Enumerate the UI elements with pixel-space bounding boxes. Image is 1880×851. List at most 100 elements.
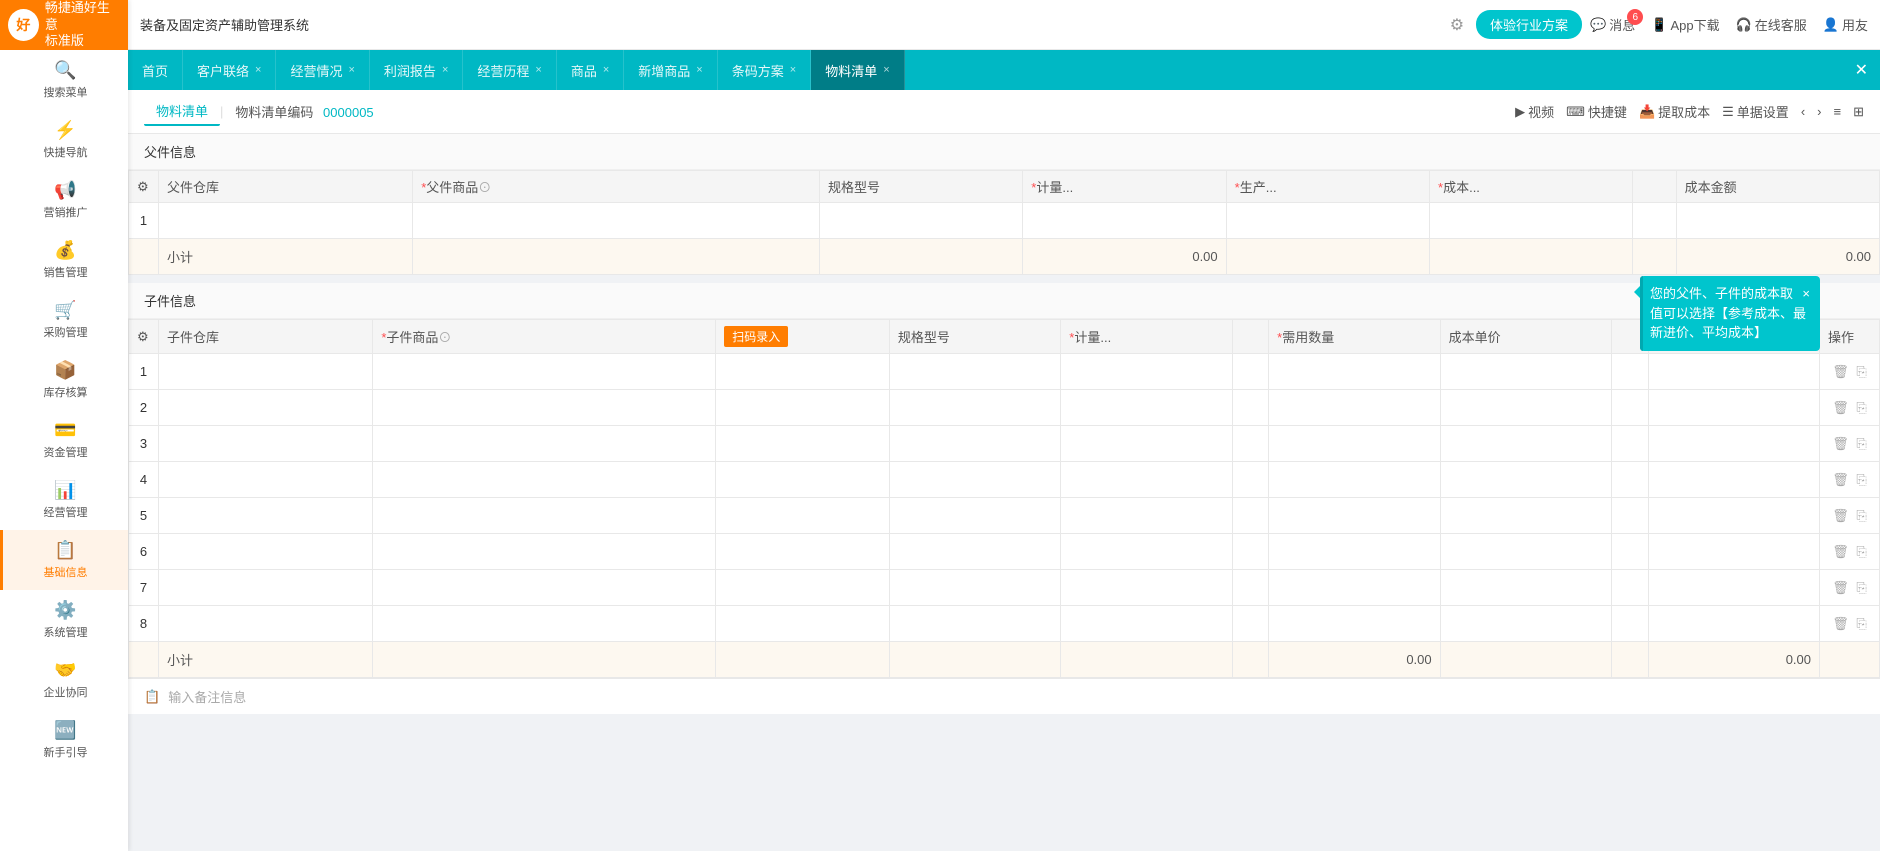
trial-button[interactable]: 体验行业方案 [1476,10,1582,39]
delete-row-7-icon[interactable]: 🗑 [1832,580,1849,595]
sidebar-item-guide[interactable]: 🆕新手引导 [0,710,128,770]
child-col-ops: 操作 [1820,320,1880,354]
sidebar-item-inventory[interactable]: 📦库存核算 [0,350,128,410]
tab-close-3[interactable]: × [442,64,448,76]
parent-col-settings[interactable]: ⚙ [129,171,159,203]
tab-close-8[interactable]: × [883,64,889,76]
operations-icon: 📊 [54,480,76,501]
add-row-button[interactable]: ⊞ [1853,104,1864,120]
nav-tab-7[interactable]: 条码方案× [718,50,811,90]
inventory-icon: 📦 [54,360,76,381]
app-download-button[interactable]: 📱 App下载 [1651,15,1719,34]
child-row-3: 3 🗑 ⎘ [129,426,1880,462]
sidebar-item-operations[interactable]: 📊经营管理 [0,470,128,530]
copy-row-2-icon[interactable]: ⎘ [1856,400,1866,415]
delete-row-6-icon[interactable]: 🗑 [1832,544,1849,559]
service-icon: 🎧 [1736,17,1752,33]
system-icon: ⚙️ [54,600,76,621]
delete-row-8-icon[interactable]: 🗑 [1832,616,1849,631]
copy-row-6-icon[interactable]: ⎘ [1856,544,1866,559]
sub-tabs-bar: 物料清单 | 物料清单编码 0000005 ▶ 视频 ⌨ 快捷键 📥 提取成本 [128,90,1880,134]
tab-close-5[interactable]: × [603,64,609,76]
tooltip-close-button[interactable]: × [1802,284,1810,304]
parent-col-spec: 规格型号 [819,171,1022,203]
logo-text: 畅捷通好生意 标准版 [45,0,120,50]
nav-tab-0[interactable]: 首页 [128,50,183,90]
tab-close-7[interactable]: × [790,64,796,76]
sidebar-item-basic[interactable]: 📋基础信息 [0,530,128,590]
nav-close-button[interactable]: ✕ [1843,60,1880,80]
delete-row-1-icon[interactable]: 🗑 [1832,364,1849,379]
parent-col-cost-amt: 成本金额 [1676,171,1879,203]
page-content: 物料清单 | 物料清单编码 0000005 ▶ 视频 ⌨ 快捷键 📥 提取成本 [128,90,1880,851]
video-icon: ▶ [1515,104,1525,120]
scan-input-button[interactable]: 扫码录入 [724,326,788,347]
child-row-5: 5 🗑 ⎘ [129,498,1880,534]
parent-col-unit: *计量... [1023,171,1226,203]
extract-cost-button[interactable]: 📥 提取成本 [1639,102,1710,121]
shortcut-button[interactable]: ⌨ 快捷键 [1566,102,1627,121]
online-service-button[interactable]: 🎧 在线客服 [1736,15,1807,34]
child-section: 子件信息 ⚙ 子件仓库 *子件商品⊙ 扫码录入 规格型号 *计量... *需用数… [128,283,1880,678]
sidebar-item-purchase[interactable]: 🛒采购管理 [0,290,128,350]
logo-icon: 好 [8,9,39,41]
sidebar-item-enterprise[interactable]: 🤝企业协同 [0,650,128,710]
bottom-note-link[interactable]: 输入备注信息 [168,687,246,706]
sidebar-item-search[interactable]: 🔍搜索菜单 [0,50,128,110]
marketing-icon: 📢 [54,180,76,201]
child-col-settings[interactable]: ⚙ [129,320,159,354]
parent-table: ⚙ 父件仓库 *父件商品⊙ 规格型号 *计量... *生产... *成本... … [128,170,1880,275]
sidebar-nav: 🔍搜索菜单⚡快捷导航📢营销推广💰销售管理🛒采购管理📦库存核算💳资金管理📊经营管理… [0,50,128,851]
copy-row-3-icon[interactable]: ⎘ [1856,436,1866,451]
nav-tab-6[interactable]: 新增商品× [624,50,717,90]
copy-row-4-icon[interactable]: ⎘ [1856,472,1866,487]
tab-close-4[interactable]: × [535,64,541,76]
video-button[interactable]: ▶ 视频 [1515,102,1554,121]
download-icon: 📱 [1651,17,1667,33]
gear-icon[interactable]: ⚙ [1450,15,1464,35]
child-row-8: 8 🗑 ⎘ [129,606,1880,642]
message-button[interactable]: 💬 消息 6 [1590,15,1635,34]
sidebar-item-finance[interactable]: 💳资金管理 [0,410,128,470]
nav-tab-5[interactable]: 商品× [557,50,624,90]
delete-row-4-icon[interactable]: 🗑 [1832,472,1849,487]
nav-tab-8[interactable]: 物料清单× [811,50,904,90]
single-settings-button[interactable]: ☰ 单据设置 [1722,102,1789,121]
child-col-scan: 扫码录入 [716,320,890,354]
sidebar-item-marketing[interactable]: 📢营销推广 [0,170,128,230]
child-row-7: 7 🗑 ⎘ [129,570,1880,606]
nav-tab-3[interactable]: 利润报告× [370,50,463,90]
sales-icon: 💰 [54,240,76,261]
search-icon: 🔍 [54,60,76,81]
parent-col-cost: *成本... [1430,171,1633,203]
delete-row-2-icon[interactable]: 🗑 [1832,400,1849,415]
sidebar-item-system[interactable]: ⚙️系统管理 [0,590,128,650]
settings-icon: ☰ [1722,104,1734,120]
copy-row-7-icon[interactable]: ⎘ [1856,580,1866,595]
enterprise-icon: 🤝 [54,660,76,681]
delete-row-3-icon[interactable]: 🗑 [1832,436,1849,451]
tab-close-2[interactable]: × [348,64,354,76]
copy-row-1-icon[interactable]: ⎘ [1856,364,1866,379]
tab-bill-list[interactable]: 物料清单 [144,97,220,126]
topbar-right: 💬 消息 6 📱 App下载 🎧 在线客服 👤 用友 [1590,15,1868,34]
nav-tab-4[interactable]: 经营历程× [463,50,556,90]
tab-close-1[interactable]: × [255,64,261,76]
copy-row-5-icon[interactable]: ⎘ [1856,508,1866,523]
tab-close-6[interactable]: × [696,64,702,76]
nav-next-button[interactable]: › [1817,104,1821,119]
user-menu-button[interactable]: 👤 用友 [1823,15,1868,34]
tab-bill-code[interactable]: 物料清单编码 0000005 [223,98,385,125]
delete-row-5-icon[interactable]: 🗑 [1832,508,1849,523]
sidebar-item-quicknav[interactable]: ⚡快捷导航 [0,110,128,170]
nav-tab-1[interactable]: 客户联络× [183,50,276,90]
extract-icon: 📥 [1639,104,1655,120]
child-subtotal-row: 小计 0.00 0.00 [129,642,1880,678]
child-col-product: *子件商品⊙ [373,320,716,354]
sidebar-item-sales[interactable]: 💰销售管理 [0,230,128,290]
copy-row-8-icon[interactable]: ⎘ [1856,616,1866,631]
nav-prev-button[interactable]: ‹ [1801,104,1805,119]
grid-view-button[interactable]: ≡ [1834,104,1842,119]
nav-tab-2[interactable]: 经营情况× [276,50,369,90]
child-table: ⚙ 子件仓库 *子件商品⊙ 扫码录入 规格型号 *计量... *需用数量 成本单… [128,319,1880,678]
